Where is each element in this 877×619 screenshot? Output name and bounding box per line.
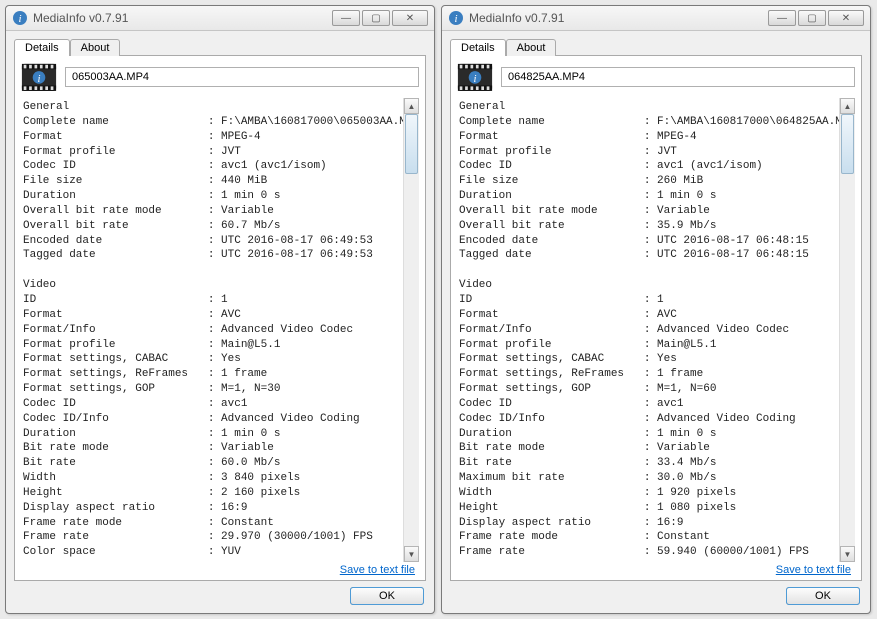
window-controls: — ▢ ✕ <box>332 10 428 26</box>
mediainfo-window: i MediaInfo v0.7.91 — ▢ ✕ Details About … <box>5 5 435 614</box>
tab-strip: Details About <box>14 39 426 56</box>
window-title: MediaInfo v0.7.91 <box>33 11 332 25</box>
save-to-text-link[interactable]: Save to text file <box>340 564 415 576</box>
scroll-thumb[interactable] <box>841 114 854 174</box>
save-to-text-link[interactable]: Save to text file <box>776 564 851 576</box>
minimize-button[interactable]: — <box>768 10 796 26</box>
minimize-button[interactable]: — <box>332 10 360 26</box>
tab-about[interactable]: About <box>506 39 557 56</box>
ok-button[interactable]: OK <box>786 587 860 605</box>
tab-details[interactable]: Details <box>450 39 506 56</box>
scroll-up-button[interactable]: ▲ <box>840 98 855 114</box>
scroll-thumb[interactable] <box>405 114 418 174</box>
close-button[interactable]: ✕ <box>392 10 428 26</box>
close-button[interactable]: ✕ <box>828 10 864 26</box>
film-icon: i <box>21 62 57 92</box>
svg-text:i: i <box>18 13 21 25</box>
maximize-button[interactable]: ▢ <box>798 10 826 26</box>
ok-button[interactable]: OK <box>350 587 424 605</box>
scroll-track[interactable] <box>840 114 855 546</box>
app-icon: i <box>12 10 28 26</box>
scroll-down-button[interactable]: ▼ <box>840 546 855 562</box>
svg-text:i: i <box>38 72 41 84</box>
titlebar[interactable]: i MediaInfo v0.7.91 — ▢ ✕ <box>6 6 434 31</box>
window-controls: — ▢ ✕ <box>768 10 864 26</box>
tab-details[interactable]: Details <box>14 39 70 56</box>
app-icon: i <box>448 10 464 26</box>
scroll-down-button[interactable]: ▼ <box>404 546 419 562</box>
scroll-up-button[interactable]: ▲ <box>404 98 419 114</box>
info-text: General Complete name : F:\AMBA\16081700… <box>23 100 399 560</box>
info-text-area[interactable]: General Complete name : F:\AMBA\16081700… <box>457 98 839 562</box>
tab-about[interactable]: About <box>70 39 121 56</box>
details-panel: i 064825AA.MP4 General Complete name : F… <box>450 55 862 581</box>
svg-text:i: i <box>474 72 477 84</box>
maximize-button[interactable]: ▢ <box>362 10 390 26</box>
titlebar[interactable]: i MediaInfo v0.7.91 — ▢ ✕ <box>442 6 870 31</box>
scroll-track[interactable] <box>404 114 419 546</box>
tab-strip: Details About <box>450 39 862 56</box>
window-title: MediaInfo v0.7.91 <box>469 11 768 25</box>
film-icon: i <box>457 62 493 92</box>
filename-field[interactable]: 064825AA.MP4 <box>501 67 855 87</box>
scrollbar[interactable]: ▲ ▼ <box>403 98 419 562</box>
scrollbar[interactable]: ▲ ▼ <box>839 98 855 562</box>
svg-text:i: i <box>454 13 457 25</box>
info-text-area[interactable]: General Complete name : F:\AMBA\16081700… <box>21 98 403 562</box>
info-text: General Complete name : F:\AMBA\16081700… <box>459 100 835 560</box>
mediainfo-window: i MediaInfo v0.7.91 — ▢ ✕ Details About … <box>441 5 871 614</box>
details-panel: i 065003AA.MP4 General Complete name : F… <box>14 55 426 581</box>
filename-field[interactable]: 065003AA.MP4 <box>65 67 419 87</box>
